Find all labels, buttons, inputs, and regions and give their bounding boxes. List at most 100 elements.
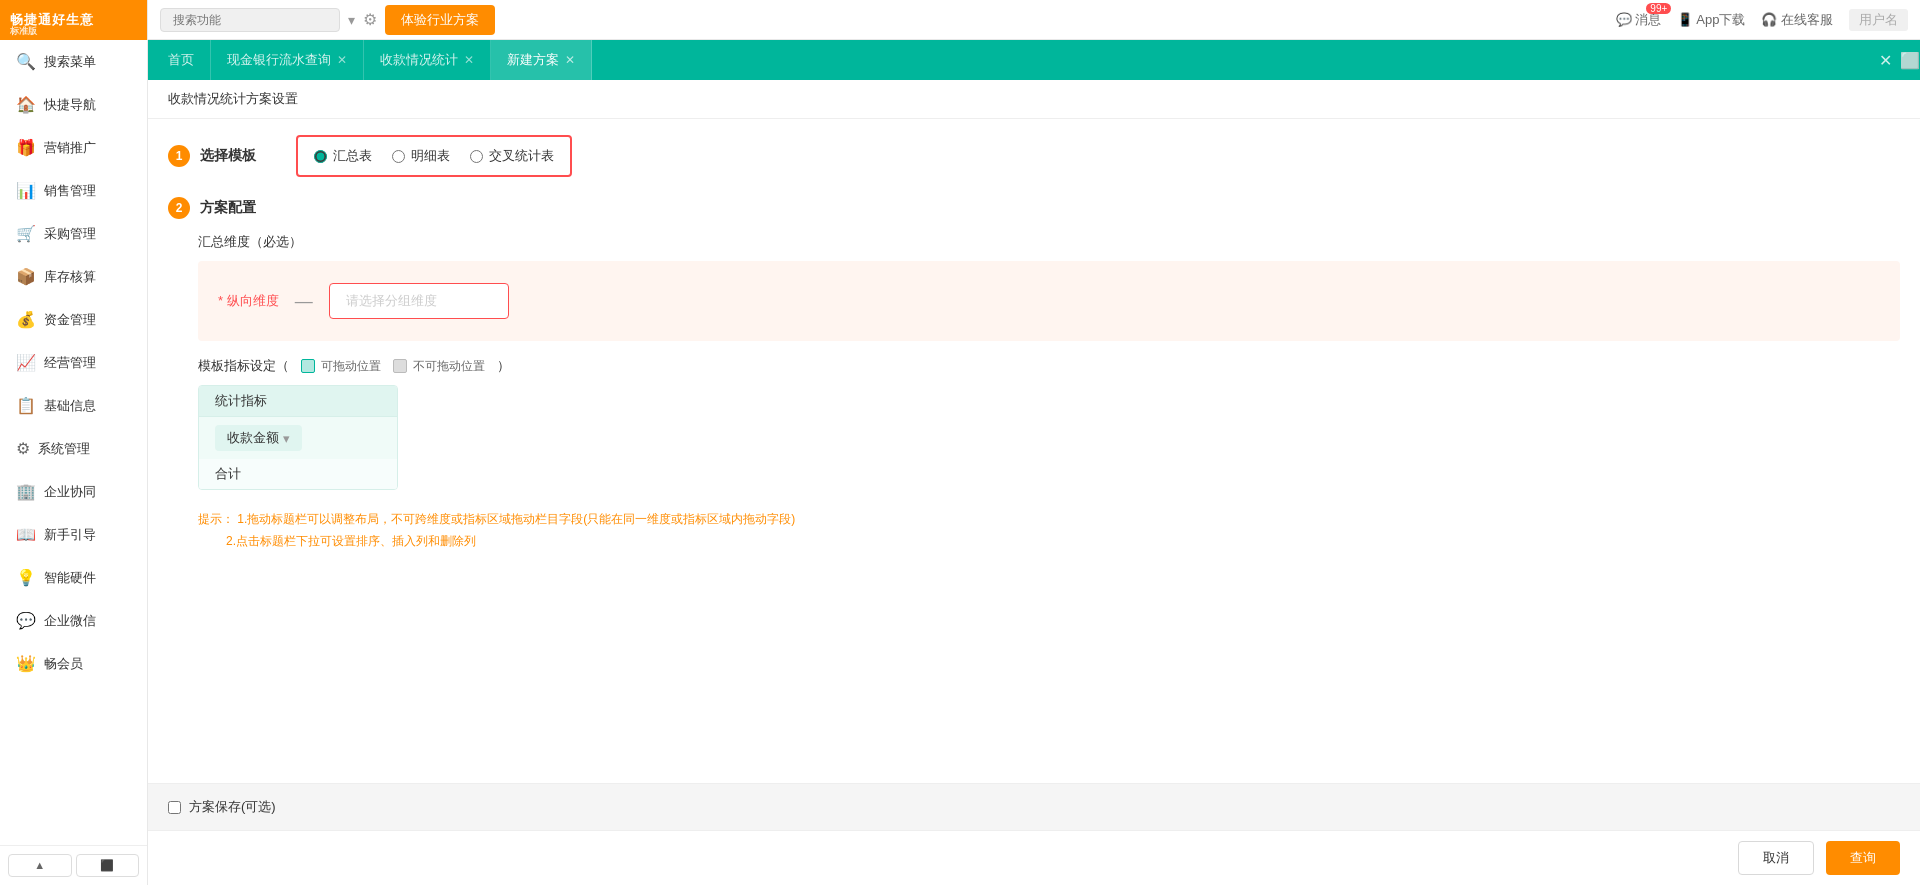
home-icon: 🏠 (16, 95, 36, 114)
search-menu-icon: 🔍 (16, 52, 36, 71)
sidebar-item-marketing[interactable]: 🎁 营销推广 (0, 126, 147, 169)
sidebar-item-beginner[interactable]: 📖 新手引导 (0, 513, 147, 556)
topbar-right: 💬 消息 99+ 📱 App下载 🎧 在线客服 用户名 (1616, 9, 1908, 31)
dim-arrow-icon: — (295, 291, 313, 312)
page-body: 收款情况统计方案设置 1 选择模板 汇总表 明细表 (148, 80, 1920, 783)
legend-draggable: 可拖动位置 (301, 358, 381, 375)
indicator-header: 模板指标设定（ 可拖动位置 不可拖动位置 ） (198, 357, 1900, 375)
step2-number: 2 (168, 197, 190, 219)
tips-section: 提示： 1.拖动标题栏可以调整布局，不可跨维度或指标区域拖动栏目字段(只能在同一… (198, 509, 1870, 552)
step1-header: 1 选择模板 汇总表 明细表 交叉统计表 (168, 135, 1900, 177)
search-input[interactable] (160, 8, 340, 32)
sidebar-item-wechat[interactable]: 💬 企业微信 (0, 599, 147, 642)
box-icon: 📦 (16, 267, 36, 286)
dropdown-icon[interactable]: ▾ (348, 12, 355, 28)
tab-close-collection-stats[interactable]: ✕ (464, 53, 474, 67)
topbar: ▾ ⚙ 体验行业方案 💬 消息 99+ 📱 App下载 🎧 在线客服 用户名 (148, 0, 1920, 40)
step1-section: 1 选择模板 汇总表 明细表 交叉统计表 (168, 135, 1900, 177)
template-select-box: 汇总表 明细表 交叉统计表 (296, 135, 572, 177)
tip2: 2.点击标题栏下拉可设置排序、插入列和删除列 (198, 531, 1870, 553)
username-display: 用户名 (1849, 9, 1908, 31)
sidebar: 畅捷通好生意 标准版 🔍 搜索菜单 🏠 快捷导航 🎁 营销推广 📊 销售管理 🛒… (0, 0, 148, 885)
trending-icon: 📈 (16, 353, 36, 372)
indicator-settings: 模板指标设定（ 可拖动位置 不可拖动位置 ） 统计指标 (198, 357, 1900, 493)
radio-detail[interactable]: 明细表 (392, 147, 450, 165)
page-title: 收款情况统计方案设置 (168, 91, 298, 106)
radio-cross[interactable]: 交叉统计表 (470, 147, 554, 165)
app-download-link[interactable]: 📱 App下载 (1677, 11, 1745, 29)
main-content: ▾ ⚙ 体验行业方案 💬 消息 99+ 📱 App下载 🎧 在线客服 用户名 首… (148, 0, 1920, 885)
step2-section: 2 方案配置 汇总维度（必选） * 纵向维度 — 请选择分组维度 (168, 197, 1900, 552)
sidebar-item-purchase[interactable]: 🛒 采购管理 (0, 212, 147, 255)
stats-cell-amount[interactable]: 收款金额 ▾ (215, 425, 302, 451)
messages-button[interactable]: 💬 消息 99+ (1616, 11, 1662, 29)
cell-dropdown-icon[interactable]: ▾ (283, 431, 290, 446)
building-icon: 🏢 (16, 482, 36, 501)
gear-icon[interactable]: ⚙ (363, 10, 377, 29)
step1-number: 1 (168, 145, 190, 167)
dim-select-input[interactable]: 请选择分组维度 (329, 283, 509, 319)
book-icon: 📖 (16, 525, 36, 544)
step1-title: 选择模板 (200, 147, 256, 165)
stats-sum-row: 合计 (199, 459, 397, 489)
query-button[interactable]: 查询 (1826, 841, 1900, 875)
tab-bank-flow[interactable]: 现金银行流水查询 ✕ (211, 40, 364, 80)
radio-summary[interactable]: 汇总表 (314, 147, 372, 165)
save-label: 方案保存(可选) (189, 798, 276, 816)
dimension-label: 汇总维度（必选） (198, 233, 1900, 251)
sidebar-item-sales[interactable]: 📊 销售管理 (0, 169, 147, 212)
trial-button[interactable]: 体验行业方案 (385, 5, 495, 35)
tab-collection-stats[interactable]: 收款情况统计 ✕ (364, 40, 491, 80)
sidebar-bottom: ▲ ⬛ (0, 845, 147, 885)
step2-header: 2 方案配置 (168, 197, 1900, 219)
dim-row: * 纵向维度 — 请选择分组维度 (218, 283, 509, 319)
fixed-indicator (393, 359, 407, 373)
gift-icon: 🎁 (16, 138, 36, 157)
chat-icon: 💬 (16, 611, 36, 630)
tip1: 提示： 1.拖动标题栏可以调整布局，不可跨维度或指标区域拖动栏目字段(只能在同一… (198, 509, 1870, 531)
window-maximize-btn[interactable]: ⬜ (1900, 51, 1920, 70)
sidebar-bottom-btn-right[interactable]: ⬛ (76, 854, 140, 877)
sidebar-item-search-menu[interactable]: 🔍 搜索菜单 (0, 40, 147, 83)
cancel-button[interactable]: 取消 (1738, 841, 1814, 875)
save-checkbox[interactable] (168, 801, 181, 814)
cart-icon: 🛒 (16, 224, 36, 243)
stats-table: 统计指标 收款金额 ▾ 合计 (198, 385, 398, 490)
sidebar-item-finance[interactable]: 💰 资金管理 (0, 298, 147, 341)
clipboard-icon: 📋 (16, 396, 36, 415)
sidebar-item-smart-hw[interactable]: 💡 智能硬件 (0, 556, 147, 599)
tab-close-new-plan[interactable]: ✕ (565, 53, 575, 67)
step2-title: 方案配置 (200, 199, 256, 217)
sidebar-item-system[interactable]: ⚙ 系统管理 (0, 427, 147, 470)
tab-close-bank-flow[interactable]: ✕ (337, 53, 347, 67)
tab-home[interactable]: 首页 (148, 40, 211, 80)
save-section: 方案保存(可选) (148, 783, 1920, 830)
sidebar-item-member[interactable]: 👑 畅会员 (0, 642, 147, 685)
crown-icon: 👑 (16, 654, 36, 673)
sidebar-item-basic-info[interactable]: 📋 基础信息 (0, 384, 147, 427)
online-service-link[interactable]: 🎧 在线客服 (1761, 11, 1833, 29)
window-close-btn[interactable]: ✕ (1879, 51, 1892, 70)
bulb-icon: 💡 (16, 568, 36, 587)
dimension-area: * 纵向维度 — 请选择分组维度 (198, 261, 1900, 341)
draggable-indicator (301, 359, 315, 373)
settings-icon: ⚙ (16, 439, 30, 458)
sidebar-item-quick-nav[interactable]: 🏠 快捷导航 (0, 83, 147, 126)
message-badge: 99+ (1646, 3, 1671, 14)
money-icon: 💰 (16, 310, 36, 329)
sidebar-item-inventory[interactable]: 📦 库存核算 (0, 255, 147, 298)
sidebar-item-operations[interactable]: 📈 经营管理 (0, 341, 147, 384)
sidebar-item-enterprise[interactable]: 🏢 企业协同 (0, 470, 147, 513)
chart-icon: 📊 (16, 181, 36, 200)
footer-bar: 取消 查询 (148, 830, 1920, 885)
radio-summary-input[interactable] (314, 150, 327, 163)
radio-detail-input[interactable] (392, 150, 405, 163)
stats-table-header: 统计指标 (199, 386, 397, 417)
radio-cross-input[interactable] (470, 150, 483, 163)
tabbar: 首页 现金银行流水查询 ✕ 收款情况统计 ✕ 新建方案 ✕ ✕ ⬜ (148, 40, 1920, 80)
sidebar-bottom-btn-left[interactable]: ▲ (8, 854, 72, 877)
content-area: 收款情况统计方案设置 1 选择模板 汇总表 明细表 (148, 80, 1920, 885)
page-header: 收款情况统计方案设置 (148, 80, 1920, 119)
config-dimension-section: 汇总维度（必选） * 纵向维度 — 请选择分组维度 (168, 233, 1900, 341)
tab-new-plan[interactable]: 新建方案 ✕ (491, 40, 592, 80)
